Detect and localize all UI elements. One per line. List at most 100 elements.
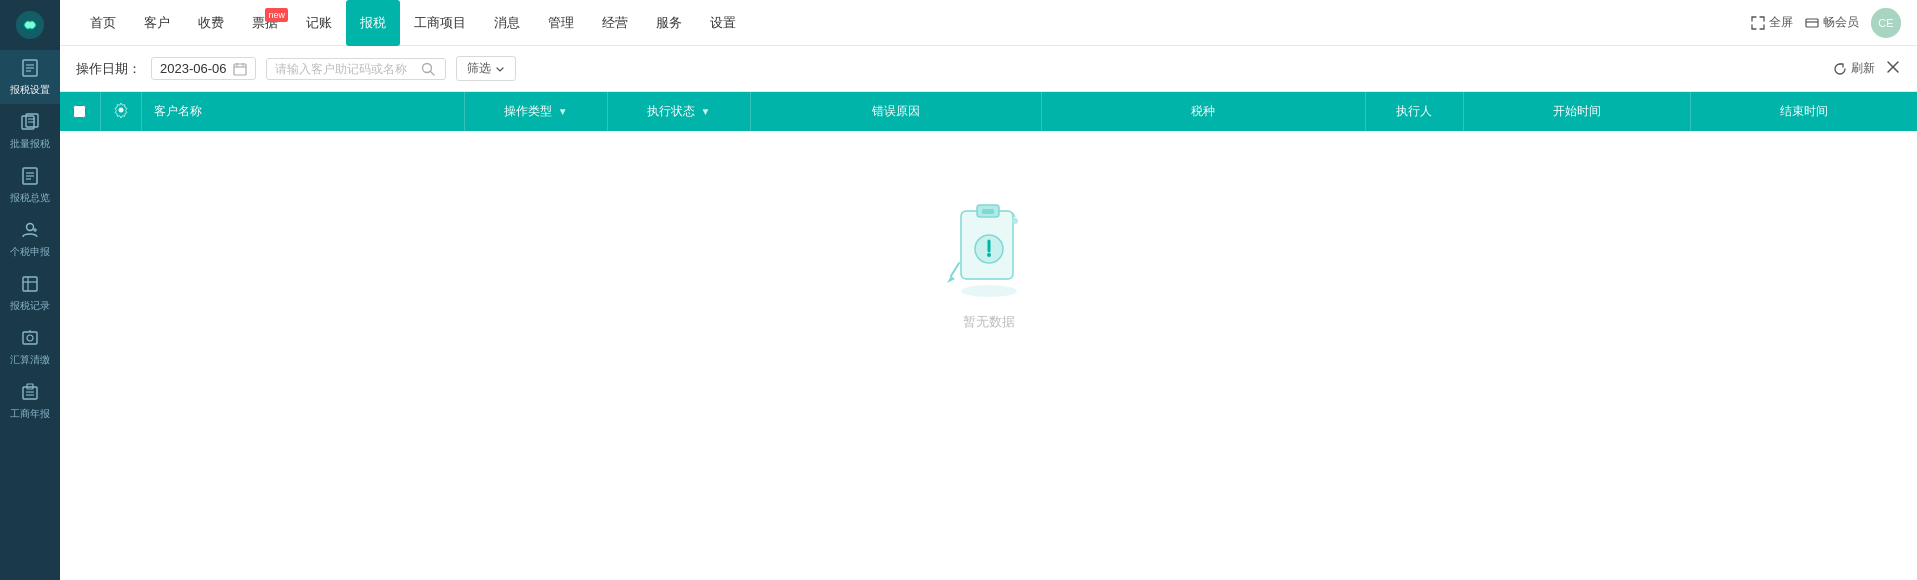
- nav-bookkeeping[interactable]: 记账: [292, 0, 346, 46]
- th-executor: 执行人: [1365, 92, 1464, 131]
- sidebar-item-label-tax-summary: 报税总览: [10, 192, 50, 204]
- svg-rect-30: [234, 64, 246, 75]
- sidebar-item-tax-settings[interactable]: 报税设置: [0, 50, 60, 104]
- chevron-down-icon: [495, 64, 505, 74]
- svg-point-20: [27, 335, 33, 341]
- svg-rect-42: [982, 209, 994, 214]
- nav-billing[interactable]: 收费: [184, 0, 238, 46]
- member-button[interactable]: 畅会员: [1805, 14, 1859, 31]
- date-value: 2023-06-06: [160, 61, 227, 76]
- tax-settings-icon: [20, 58, 40, 81]
- select-all-checkbox[interactable]: [73, 105, 86, 118]
- th-exec-status: 执行状态 ▼: [607, 92, 750, 131]
- th-customer-name: 客户名称: [141, 92, 465, 131]
- svg-rect-26: [1806, 19, 1818, 27]
- sidebar-item-personal-tax[interactable]: 个税申报: [0, 212, 60, 266]
- empty-text: 暂无数据: [963, 313, 1015, 331]
- nav-customer[interactable]: 客户: [130, 0, 184, 46]
- nav-operation[interactable]: 经营: [588, 0, 642, 46]
- th-checkbox[interactable]: [60, 92, 100, 131]
- th-operation-type: 操作类型 ▼: [465, 92, 608, 131]
- nav-business[interactable]: 工商项目: [400, 0, 480, 46]
- search-input[interactable]: [275, 62, 415, 76]
- nav-tax[interactable]: 报税: [346, 0, 400, 46]
- svg-point-45: [987, 253, 991, 257]
- svg-point-39: [961, 285, 1017, 297]
- svg-point-38: [118, 108, 123, 113]
- table-wrapper: 客户名称 操作类型 ▼ 执行状态 ▼ 错误原因: [60, 92, 1917, 580]
- close-icon: [1885, 59, 1901, 75]
- svg-line-35: [430, 71, 434, 75]
- date-picker[interactable]: 2023-06-06: [151, 57, 256, 80]
- operation-type-sort-icon[interactable]: ▼: [558, 106, 568, 117]
- sidebar-item-settlement[interactable]: 汇算清缴: [0, 320, 60, 374]
- th-start-time-label: 开始时间: [1553, 104, 1601, 118]
- sidebar-item-tax-summary[interactable]: 报税总览: [0, 158, 60, 212]
- sidebar: 报税设置 批量报税 报税总览: [0, 0, 60, 580]
- th-end-time-label: 结束时间: [1780, 104, 1828, 118]
- nav-business-label: 工商项目: [414, 14, 466, 32]
- close-button[interactable]: [1885, 59, 1901, 79]
- refresh-button[interactable]: 刷新: [1833, 60, 1875, 77]
- nav-manage[interactable]: 管理: [534, 0, 588, 46]
- nav-home-label: 首页: [90, 14, 116, 32]
- nav-home[interactable]: 首页: [76, 0, 130, 46]
- nav-settings[interactable]: 设置: [696, 0, 750, 46]
- settlement-icon: [20, 328, 40, 351]
- sidebar-item-label-annual-report: 工商年报: [10, 408, 50, 420]
- sidebar-item-label-settlement: 汇算清缴: [10, 354, 50, 366]
- fullscreen-button[interactable]: 全屏: [1751, 14, 1793, 31]
- fullscreen-label: 全屏: [1769, 14, 1793, 31]
- sidebar-item-label-batch-tax: 批量报税: [10, 138, 50, 150]
- toolbar: 操作日期： 2023-06-06 筛选: [60, 46, 1917, 92]
- nav-manage-label: 管理: [548, 14, 574, 32]
- main-area: 首页 客户 收费 票据 new 记账 报税 工商项目 消息 管理 经营: [60, 0, 1917, 580]
- user-avatar[interactable]: CE: [1871, 8, 1901, 38]
- tax-summary-icon: [20, 166, 40, 189]
- svg-marker-47: [947, 276, 955, 283]
- invoice-new-badge: new: [265, 8, 288, 22]
- exec-status-sort-icon[interactable]: ▼: [701, 106, 711, 117]
- nav-customer-label: 客户: [144, 14, 170, 32]
- svg-text:CE: CE: [1878, 17, 1893, 29]
- svg-rect-16: [23, 277, 37, 291]
- th-settings: [100, 92, 141, 131]
- sidebar-logo: [0, 0, 60, 50]
- nav-service[interactable]: 服务: [642, 0, 696, 46]
- th-operation-type-label: 操作类型: [504, 104, 552, 118]
- nav-invoice[interactable]: 票据 new: [238, 0, 292, 46]
- nav-bookkeeping-label: 记账: [306, 14, 332, 32]
- nav-settings-label: 设置: [710, 14, 736, 32]
- th-end-time: 结束时间: [1690, 92, 1917, 131]
- sidebar-item-batch-tax[interactable]: 批量报税: [0, 104, 60, 158]
- refresh-label: 刷新: [1851, 60, 1875, 77]
- member-label: 畅会员: [1823, 14, 1859, 31]
- topnav: 首页 客户 收费 票据 new 记账 报税 工商项目 消息 管理 经营: [60, 0, 1917, 46]
- date-label: 操作日期：: [76, 60, 141, 78]
- nav-messages[interactable]: 消息: [480, 0, 534, 46]
- empty-state: 暂无数据: [60, 131, 1917, 391]
- sidebar-item-annual-report[interactable]: 工商年报: [0, 374, 60, 428]
- filter-label: 筛选: [467, 60, 491, 77]
- search-icon[interactable]: [421, 62, 435, 76]
- tax-records-icon: [20, 274, 40, 297]
- search-box: [266, 58, 446, 80]
- filter-button[interactable]: 筛选: [456, 56, 516, 81]
- batch-tax-icon: [20, 112, 40, 135]
- svg-point-48: [1012, 218, 1018, 224]
- nav-service-label: 服务: [656, 14, 682, 32]
- svg-point-13: [27, 224, 34, 231]
- calendar-icon: [233, 62, 247, 76]
- th-tax-type: 税种: [1042, 92, 1366, 131]
- svg-line-46: [951, 263, 959, 276]
- topnav-right: 全屏 畅会员 CE: [1751, 8, 1901, 38]
- th-customer-name-label: 客户名称: [154, 104, 202, 118]
- th-tax-type-label: 税种: [1191, 104, 1215, 118]
- sidebar-item-tax-records[interactable]: 报税记录: [0, 266, 60, 320]
- th-executor-label: 执行人: [1396, 104, 1432, 118]
- empty-illustration: [939, 191, 1039, 301]
- personal-tax-icon: [20, 220, 40, 243]
- refresh-icon: [1833, 62, 1847, 76]
- content: 操作日期： 2023-06-06 筛选: [60, 46, 1917, 580]
- settings-icon[interactable]: [113, 102, 129, 118]
